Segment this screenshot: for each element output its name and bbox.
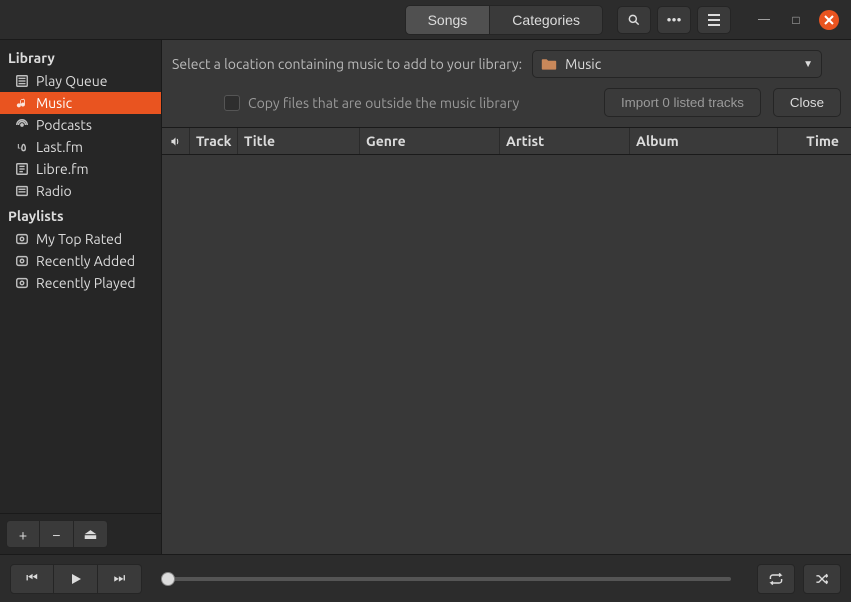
plus-icon: + <box>19 526 27 543</box>
progress-track <box>168 577 731 581</box>
eject-button[interactable]: ⏏ <box>74 520 108 548</box>
sidebar-item-label: Recently Played <box>36 275 136 291</box>
sidebar-item-podcasts[interactable]: Podcasts <box>0 114 161 136</box>
sidebar: Library Play Queue Music <box>0 40 162 554</box>
tab-songs[interactable]: Songs <box>406 6 491 34</box>
queue-icon <box>14 74 30 88</box>
chevron-down-icon: ▼ <box>803 58 813 70</box>
sidebar-item-label: Libre.fm <box>36 161 89 177</box>
search-button[interactable] <box>617 6 651 34</box>
repeat-button[interactable] <box>757 564 795 594</box>
smart-playlist-icon <box>14 276 30 290</box>
import-toolbar: Select a location containing music to ad… <box>162 40 851 84</box>
folder-icon <box>541 57 557 71</box>
eject-icon: ⏏ <box>83 525 97 543</box>
play-button[interactable] <box>54 564 98 594</box>
sidebar-list: Library Play Queue Music <box>0 40 161 513</box>
sidebar-actions: + − ⏏ <box>0 513 161 554</box>
sidebar-item-recently-played[interactable]: Recently Played <box>0 272 161 294</box>
sidebar-item-label: My Top Rated <box>36 231 122 247</box>
main-pane: Select a location containing music to ad… <box>162 40 851 554</box>
view-switcher: Songs Categories <box>405 5 603 35</box>
speaker-icon <box>169 135 182 148</box>
column-track[interactable]: Track <box>190 128 238 154</box>
music-icon <box>14 97 30 110</box>
sidebar-section-playlists: Playlists <box>0 202 161 228</box>
previous-button[interactable]: ⏮ <box>10 564 54 594</box>
location-dropdown[interactable]: Music ▼ <box>532 50 822 78</box>
sidebar-item-label: Music <box>36 95 72 111</box>
sidebar-item-label: Play Queue <box>36 73 108 89</box>
sidebar-item-radio[interactable]: Radio <box>0 180 161 202</box>
skip-back-icon: ⏮ <box>26 571 38 586</box>
sidebar-item-label: Last.fm <box>36 139 83 155</box>
close-button[interactable] <box>819 10 839 30</box>
sidebar-item-music[interactable]: Music <box>0 92 161 114</box>
more-button[interactable]: ••• <box>657 6 691 34</box>
sidebar-item-my-top-rated[interactable]: My Top Rated <box>0 228 161 250</box>
remove-playlist-button[interactable]: − <box>40 520 74 548</box>
minimize-icon: — <box>758 13 770 26</box>
hamburger-icon <box>707 14 721 26</box>
import-button[interactable]: Import 0 listed tracks <box>604 88 761 117</box>
menu-button[interactable] <box>697 6 731 34</box>
sidebar-item-librefm[interactable]: Libre.fm <box>0 158 161 180</box>
window-controls: — □ <box>755 10 839 30</box>
search-icon <box>627 13 641 27</box>
shuffle-button[interactable] <box>803 564 841 594</box>
close-import-button[interactable]: Close <box>773 88 841 117</box>
minimize-button[interactable]: — <box>755 11 773 29</box>
sidebar-item-recently-added[interactable]: Recently Added <box>0 250 161 272</box>
track-table-body <box>162 155 851 554</box>
column-title[interactable]: Title <box>238 128 360 154</box>
tab-categories[interactable]: Categories <box>490 6 602 34</box>
next-button[interactable]: ⏭ <box>98 564 142 594</box>
shuffle-icon <box>814 572 830 586</box>
librefm-icon <box>14 162 30 176</box>
transport-controls: ⏮ ⏭ <box>10 564 142 594</box>
minus-icon: − <box>52 526 60 543</box>
track-table-header: Track Title Genre Artist Album Time <box>162 127 851 155</box>
column-playing[interactable] <box>162 128 190 154</box>
copy-files-label: Copy files that are outside the music li… <box>248 95 519 111</box>
column-genre[interactable]: Genre <box>360 128 500 154</box>
maximize-button[interactable]: □ <box>787 11 805 29</box>
progress-slider[interactable] <box>168 577 731 581</box>
skip-forward-icon: ⏭ <box>114 571 126 586</box>
playback-options <box>757 564 841 594</box>
progress-thumb[interactable] <box>161 572 175 586</box>
copy-files-checkbox[interactable]: Copy files that are outside the music li… <box>224 95 519 111</box>
sidebar-item-label: Podcasts <box>36 117 92 133</box>
sidebar-section-library: Library <box>0 44 161 70</box>
close-icon <box>824 15 834 25</box>
play-icon <box>70 573 82 585</box>
column-time[interactable]: Time <box>778 128 851 154</box>
checkbox-box <box>224 95 240 111</box>
smart-playlist-icon <box>14 232 30 246</box>
more-icon: ••• <box>666 12 681 28</box>
podcast-icon <box>14 118 30 132</box>
lastfm-icon: ᶫ٥ <box>14 141 30 154</box>
sidebar-item-lastfm[interactable]: ᶫ٥ Last.fm <box>0 136 161 158</box>
smart-playlist-icon <box>14 254 30 268</box>
radio-icon <box>14 184 30 198</box>
import-prompt: Select a location containing music to ad… <box>172 56 522 72</box>
sidebar-item-label: Recently Added <box>36 253 135 269</box>
sidebar-item-play-queue[interactable]: Play Queue <box>0 70 161 92</box>
maximize-icon: □ <box>792 13 799 27</box>
add-playlist-button[interactable]: + <box>6 520 40 548</box>
location-value: Music <box>565 56 601 72</box>
import-toolbar-2: Copy files that are outside the music li… <box>162 84 851 127</box>
repeat-icon <box>768 572 784 586</box>
playback-bar: ⏮ ⏭ <box>0 554 851 602</box>
column-artist[interactable]: Artist <box>500 128 630 154</box>
app-window: Songs Categories ••• — □ <box>0 0 851 602</box>
column-album[interactable]: Album <box>630 128 778 154</box>
sidebar-item-label: Radio <box>36 183 72 199</box>
header-bar: Songs Categories ••• — □ <box>0 0 851 40</box>
